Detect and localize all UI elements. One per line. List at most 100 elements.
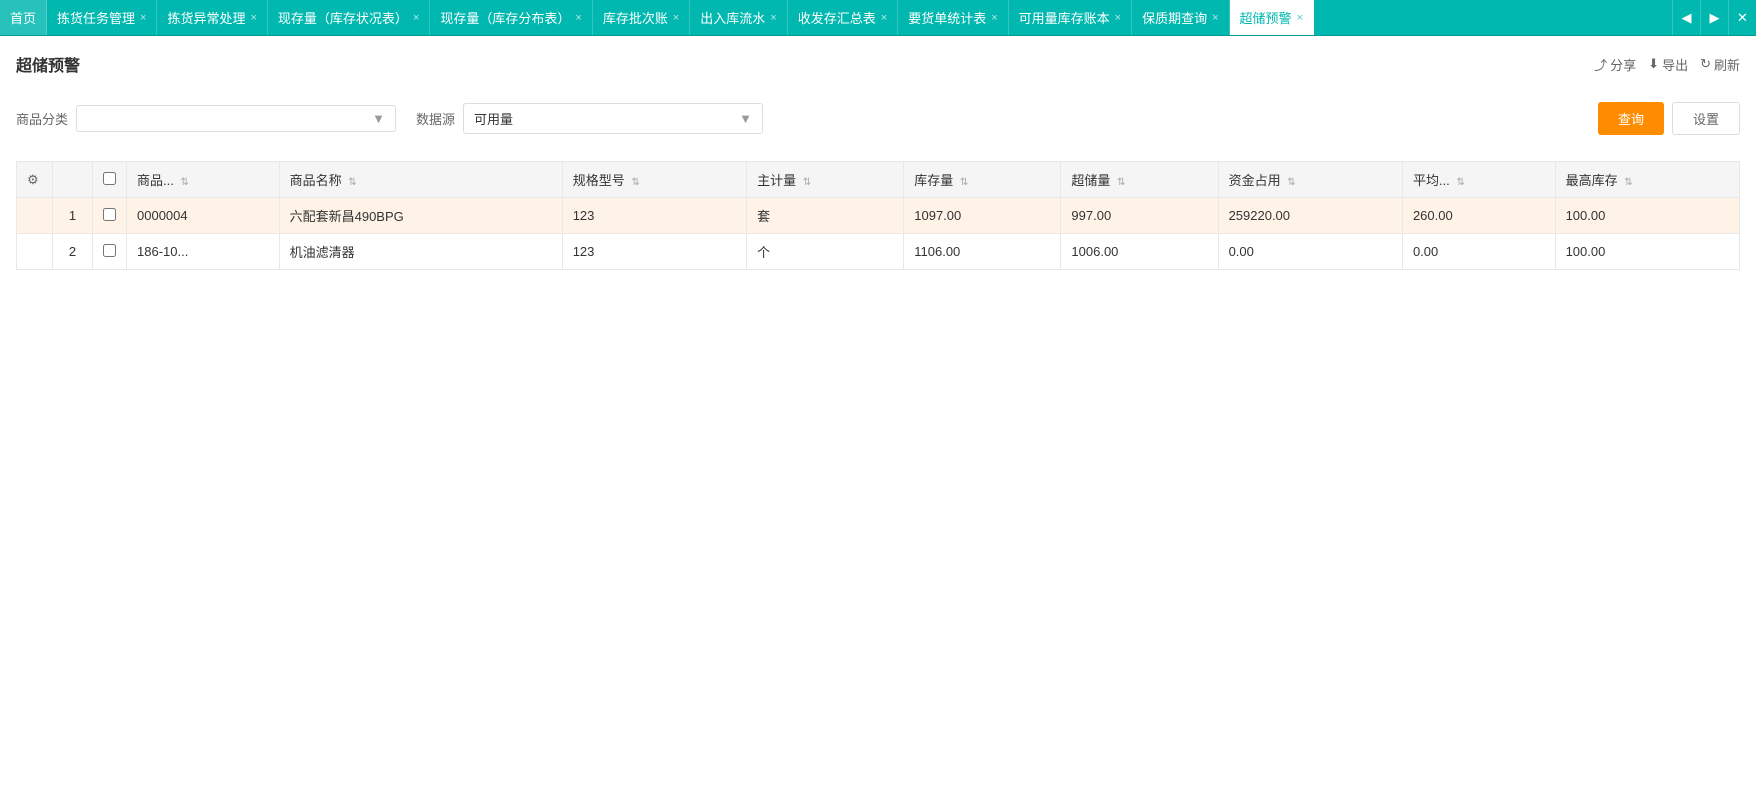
nav-batch[interactable]: 库存批次账 × <box>593 0 690 35</box>
export-label: 导出 <box>1662 55 1688 74</box>
nav-label: 现存量（库存分布表） <box>440 8 570 27</box>
table-row: 1 0000004 六配套新昌490BPG 123 套 1097.00 997.… <box>17 198 1740 234</box>
close-icon[interactable]: × <box>140 12 146 24</box>
nav-collect-summary[interactable]: 收发存汇总表 × <box>788 0 898 35</box>
query-button[interactable]: 查询 <box>1598 102 1664 135</box>
max-inventory-cell: 100.00 <box>1555 234 1739 270</box>
sort-icon: ⇅ <box>348 177 356 188</box>
close-icon[interactable]: × <box>1297 12 1303 24</box>
close-icon[interactable]: × <box>770 12 776 24</box>
sort-icon: ⇅ <box>1624 177 1632 188</box>
nav-inout-flow[interactable]: 出入库流水 × <box>690 0 787 35</box>
export-button[interactable]: ⬇ 导出 <box>1648 55 1688 74</box>
row-num-cell: 1 <box>53 198 93 234</box>
close-icon[interactable]: × <box>1212 12 1218 24</box>
nav-close-all-button[interactable]: ✕ <box>1728 0 1756 35</box>
datasource-filter: 数据源 可用量 ▼ <box>416 103 763 134</box>
datasource-select[interactable]: 可用量 ▼ <box>463 103 763 134</box>
capital-col-header[interactable]: 资金占用 ⇅ <box>1218 162 1402 198</box>
product-name-cell: 六配套新昌490BPG <box>279 198 562 234</box>
nav-label: 出入库流水 <box>700 8 765 27</box>
close-icon[interactable]: × <box>673 12 679 24</box>
nav-abnormal[interactable]: 拣货异常处理 × <box>157 0 267 35</box>
nav-label: 现存量（库存状况表） <box>278 8 408 27</box>
check-col-header <box>93 162 127 198</box>
nav-order-stats[interactable]: 要货单统计表 × <box>898 0 1008 35</box>
row-check-cell <box>93 234 127 270</box>
product-code-col-header[interactable]: 商品... ⇅ <box>127 162 280 198</box>
main-content: 超储预警 ⤴ 分享 ⬇ 导出 ↻ 刷新 商品分类 ▼ 数据源 <box>0 36 1756 800</box>
sort-icon: ⇅ <box>1287 177 1295 188</box>
close-icon[interactable]: × <box>575 12 581 24</box>
data-table: ⚙ 商品... ⇅ 商品名称 ⇅ 规格型号 ⇅ <box>16 161 1740 270</box>
top-nav: 首页 拣货任务管理 × 拣货异常处理 × 现存量（库存状况表） × 现存量（库存… <box>0 0 1756 36</box>
nav-label: 收发存汇总表 <box>798 8 876 27</box>
sort-icon: ⇅ <box>180 177 188 188</box>
table-header-row: ⚙ 商品... ⇅ 商品名称 ⇅ 规格型号 ⇅ <box>17 162 1740 198</box>
nav-label: 保质期查询 <box>1142 8 1207 27</box>
product-code-cell: 186-10... <box>127 234 280 270</box>
row-checkbox[interactable] <box>103 208 116 221</box>
nav-label: 可用量库存账本 <box>1019 8 1110 27</box>
nav-inventory-status[interactable]: 现存量（库存状况表） × <box>268 0 430 35</box>
page-title: 超储预警 <box>16 52 80 76</box>
close-icon[interactable]: × <box>250 12 256 24</box>
close-icon[interactable]: × <box>991 12 997 24</box>
product-name-cell: 机油滤清器 <box>279 234 562 270</box>
row-check-cell <box>93 198 127 234</box>
nav-home[interactable]: 首页 <box>0 0 47 35</box>
overstock-col-header[interactable]: 超储量 ⇅ <box>1061 162 1218 198</box>
share-icon: ⤴ <box>1594 55 1607 74</box>
product-category-select[interactable]: ▼ <box>76 105 396 132</box>
nav-prev-button[interactable]: ◀ <box>1672 0 1700 35</box>
close-icon[interactable]: × <box>1115 12 1121 24</box>
unit-col-header[interactable]: 主计量 ⇅ <box>747 162 904 198</box>
datasource-value: 可用量 <box>474 109 513 128</box>
spec-cell: 123 <box>562 234 746 270</box>
product-category-label: 商品分类 <box>16 109 68 128</box>
sort-icon: ⇅ <box>1117 177 1125 188</box>
nav-home-label: 首页 <box>10 8 36 27</box>
filter-bar: 商品分类 ▼ 数据源 可用量 ▼ 查询 设置 <box>16 92 1740 145</box>
refresh-button[interactable]: ↻ 刷新 <box>1700 55 1740 74</box>
close-icon[interactable]: × <box>413 12 419 24</box>
sort-icon: ⇅ <box>631 177 639 188</box>
refresh-label: 刷新 <box>1714 55 1740 74</box>
product-name-col-header[interactable]: 商品名称 ⇅ <box>279 162 562 198</box>
select-all-checkbox[interactable] <box>103 172 116 185</box>
chevron-down-icon: ▼ <box>739 111 752 126</box>
avg-cell: 0.00 <box>1402 234 1555 270</box>
unit-cell: 套 <box>747 198 904 234</box>
nav-task-mgmt[interactable]: 拣货任务管理 × <box>47 0 157 35</box>
spec-col-header[interactable]: 规格型号 ⇅ <box>562 162 746 198</box>
settings-icon[interactable]: ⚙ <box>27 172 39 187</box>
close-icon[interactable]: × <box>881 12 887 24</box>
nav-arrows: ◀ ▶ ✕ <box>1672 0 1756 35</box>
capital-cell: 0.00 <box>1218 234 1402 270</box>
avg-cell: 260.00 <box>1402 198 1555 234</box>
nav-available-account[interactable]: 可用量库存账本 × <box>1009 0 1132 35</box>
nav-label: 库存批次账 <box>603 8 668 27</box>
overstock-cell: 1006.00 <box>1061 234 1218 270</box>
inventory-cell: 1106.00 <box>904 234 1061 270</box>
inventory-col-header[interactable]: 库存量 ⇅ <box>904 162 1061 198</box>
product-code-cell: 0000004 <box>127 198 280 234</box>
avg-col-header[interactable]: 平均... ⇅ <box>1402 162 1555 198</box>
nav-overstock-warning[interactable]: 超储预警 × <box>1230 0 1314 35</box>
nav-label: 拣货任务管理 <box>57 8 135 27</box>
settings-button[interactable]: 设置 <box>1672 102 1740 135</box>
max-inventory-cell: 100.00 <box>1555 198 1739 234</box>
chevron-down-icon: ▼ <box>372 111 385 126</box>
nav-quality-check[interactable]: 保质期查询 × <box>1132 0 1229 35</box>
row-checkbox[interactable] <box>103 244 116 257</box>
unit-cell: 个 <box>747 234 904 270</box>
nav-next-button[interactable]: ▶ <box>1700 0 1728 35</box>
settings-col-header: ⚙ <box>17 162 53 198</box>
table-row: 2 186-10... 机油滤清器 123 个 1106.00 1006.00 … <box>17 234 1740 270</box>
nav-label: 要货单统计表 <box>908 8 986 27</box>
nav-inventory-dist[interactable]: 现存量（库存分布表） × <box>430 0 592 35</box>
page-header: 超储预警 ⤴ 分享 ⬇ 导出 ↻ 刷新 <box>16 52 1740 76</box>
sort-icon: ⇅ <box>1456 177 1464 188</box>
max-inventory-col-header[interactable]: 最高库存 ⇅ <box>1555 162 1739 198</box>
share-button[interactable]: ⤴ 分享 <box>1594 55 1636 74</box>
